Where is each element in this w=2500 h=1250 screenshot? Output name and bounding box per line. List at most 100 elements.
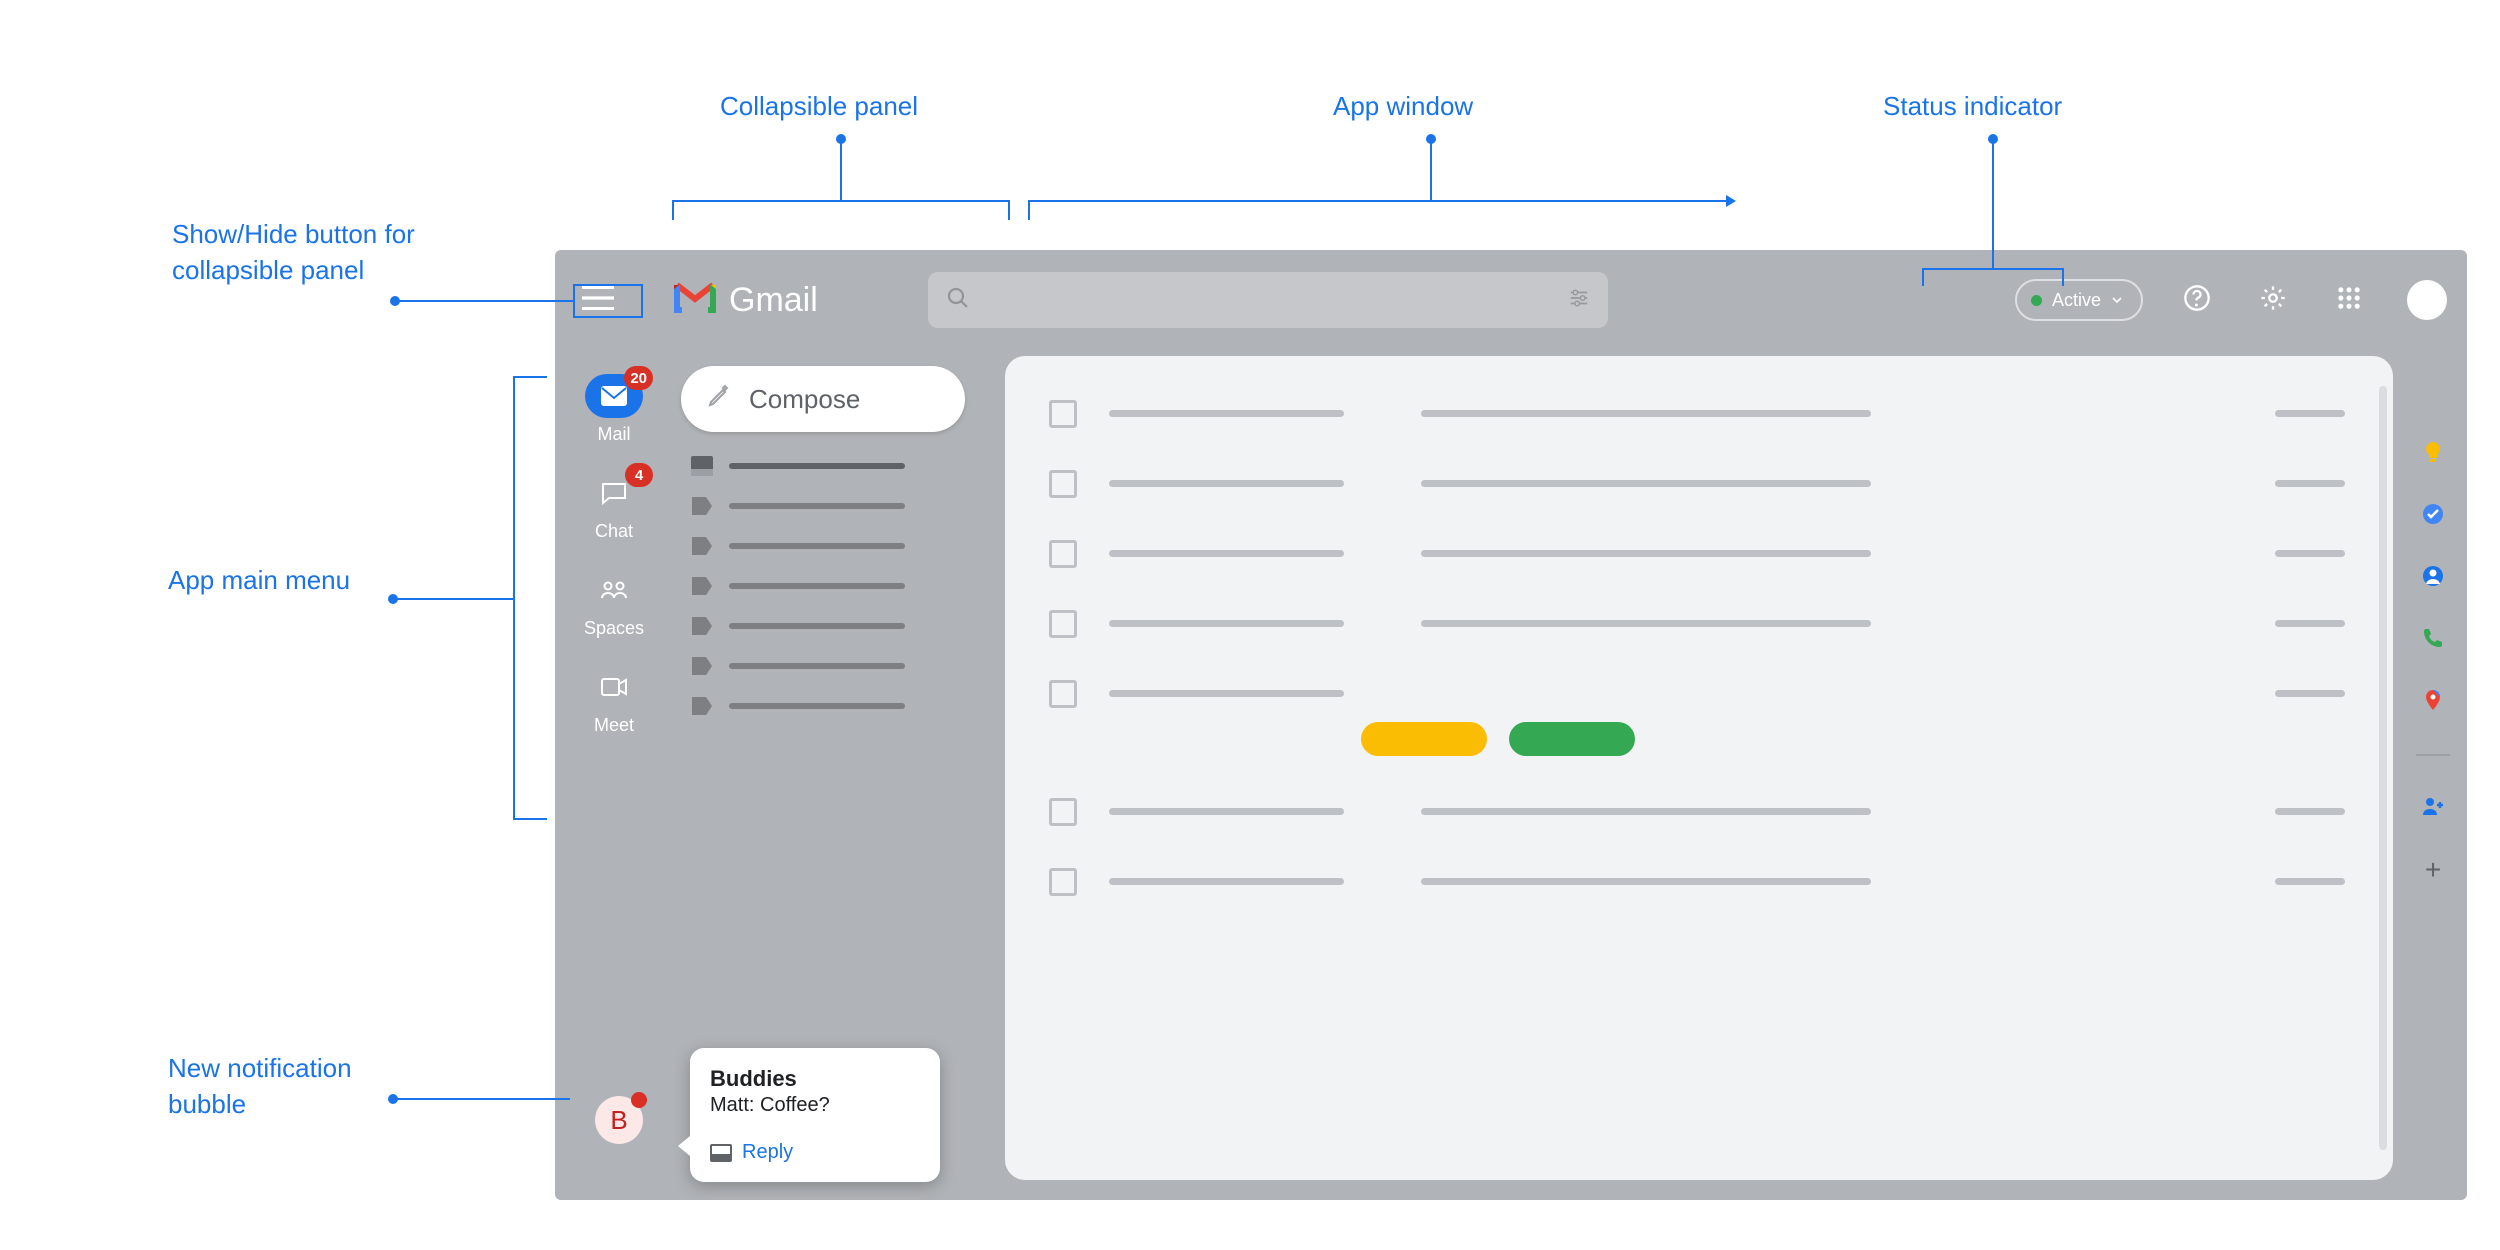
compose-button[interactable]: Compose bbox=[681, 366, 965, 432]
notification-bubble[interactable]: Buddies Matt: Coffee? Reply bbox=[690, 1048, 940, 1182]
date-placeholder bbox=[2275, 480, 2345, 487]
apps-launcher-button[interactable] bbox=[2327, 278, 2371, 322]
app-main-menu: 20 Mail 4 Chat Spaces bbox=[555, 350, 673, 1200]
gmail-logo-area[interactable]: Gmail bbox=[673, 281, 818, 320]
message-row[interactable] bbox=[1049, 868, 2345, 896]
tasks-icon bbox=[2421, 502, 2445, 531]
date-placeholder bbox=[2275, 808, 2345, 815]
plus-icon: + bbox=[2425, 854, 2441, 885]
label-chip-yellow[interactable] bbox=[1361, 722, 1487, 756]
date-placeholder bbox=[2275, 550, 2345, 557]
message-row[interactable] bbox=[1049, 798, 2345, 826]
label-icon bbox=[691, 576, 713, 596]
sender-placeholder bbox=[1109, 620, 1344, 627]
divider bbox=[2416, 754, 2450, 756]
folder-item[interactable] bbox=[691, 576, 989, 596]
folder-placeholder bbox=[729, 583, 905, 589]
sender-placeholder bbox=[1109, 550, 1344, 557]
help-icon bbox=[2183, 284, 2211, 317]
apps-grid-icon bbox=[2335, 284, 2363, 317]
folder-item[interactable] bbox=[691, 696, 989, 716]
checkbox[interactable] bbox=[1049, 610, 1077, 638]
search-bar[interactable] bbox=[928, 272, 1608, 328]
status-indicator[interactable]: Active bbox=[2015, 279, 2143, 321]
annotation-appwindow: App window bbox=[1333, 88, 1473, 124]
contacts-app-button[interactable] bbox=[2417, 562, 2449, 594]
folder-placeholder bbox=[729, 463, 905, 469]
notification-dot-icon bbox=[631, 1092, 647, 1108]
message-row[interactable] bbox=[1049, 540, 2345, 568]
folder-placeholder bbox=[729, 543, 905, 549]
date-placeholder bbox=[2275, 410, 2345, 417]
label-chip-green[interactable] bbox=[1509, 722, 1635, 756]
sender-placeholder bbox=[1109, 690, 1344, 697]
calendar-app-button[interactable]: 31 bbox=[2417, 376, 2449, 408]
checkbox[interactable] bbox=[1049, 400, 1077, 428]
reply-box-icon bbox=[710, 1144, 732, 1162]
chat-badge: 4 bbox=[625, 463, 653, 487]
sender-placeholder bbox=[1109, 808, 1344, 815]
help-button[interactable] bbox=[2175, 278, 2219, 322]
checkbox[interactable] bbox=[1049, 680, 1077, 708]
annotation-showhide: Show/Hide button for collapsible panel bbox=[172, 216, 442, 289]
checkbox[interactable] bbox=[1049, 798, 1077, 826]
folder-inbox[interactable] bbox=[691, 456, 989, 476]
annotation-collapsible: Collapsible panel bbox=[720, 88, 918, 124]
annotation-mainmenu: App main menu bbox=[168, 562, 368, 598]
compose-label: Compose bbox=[749, 384, 860, 415]
status-label: Active bbox=[2052, 290, 2101, 311]
folder-item[interactable] bbox=[691, 536, 989, 556]
message-row[interactable] bbox=[1049, 610, 2345, 638]
reply-button[interactable]: Reply bbox=[710, 1141, 920, 1164]
folder-placeholder bbox=[729, 623, 905, 629]
settings-button[interactable] bbox=[2251, 278, 2295, 322]
search-input[interactable] bbox=[984, 289, 1554, 312]
chat-icon: 4 bbox=[585, 471, 643, 515]
account-avatar[interactable] bbox=[2407, 280, 2447, 320]
label-icon bbox=[691, 496, 713, 516]
add-person-button[interactable] bbox=[2417, 792, 2449, 824]
rail-label-mail: Mail bbox=[597, 424, 630, 445]
notification-message: Matt: Coffee? bbox=[710, 1094, 920, 1117]
side-panel-apps: 31 + bbox=[2399, 350, 2467, 1200]
folder-item[interactable] bbox=[691, 496, 989, 516]
checkbox[interactable] bbox=[1049, 540, 1077, 568]
get-addons-button[interactable]: + bbox=[2425, 854, 2441, 886]
search-options-icon[interactable] bbox=[1568, 287, 1590, 314]
top-bar: Gmail Active bbox=[555, 250, 2467, 350]
rail-item-mail[interactable]: 20 Mail bbox=[574, 364, 654, 455]
rail-item-meet[interactable]: Meet bbox=[574, 655, 654, 746]
maps-app-button[interactable] bbox=[2417, 686, 2449, 718]
voice-app-button[interactable] bbox=[2417, 624, 2449, 656]
folder-item[interactable] bbox=[691, 616, 989, 636]
folder-item[interactable] bbox=[691, 656, 989, 676]
keep-app-button[interactable] bbox=[2417, 438, 2449, 470]
folder-placeholder bbox=[729, 703, 905, 709]
message-row[interactable] bbox=[1049, 680, 2345, 756]
rail-item-chat[interactable]: 4 Chat bbox=[574, 461, 654, 552]
subject-placeholder bbox=[1421, 808, 1871, 815]
avatar-letter: B bbox=[610, 1105, 627, 1136]
folder-placeholder bbox=[729, 503, 905, 509]
keep-icon bbox=[2421, 440, 2445, 469]
checkbox[interactable] bbox=[1049, 868, 1077, 896]
rail-label-chat: Chat bbox=[595, 521, 633, 542]
scrollbar[interactable] bbox=[2379, 386, 2387, 1150]
mail-badge: 20 bbox=[624, 366, 653, 390]
label-icon bbox=[691, 536, 713, 556]
notification-title: Buddies bbox=[710, 1066, 920, 1092]
annotation-statusind: Status indicator bbox=[1883, 88, 2062, 124]
message-row[interactable] bbox=[1049, 400, 2345, 428]
chat-notification-avatar[interactable]: B bbox=[595, 1096, 643, 1144]
checkbox[interactable] bbox=[1049, 470, 1077, 498]
maps-icon bbox=[2421, 688, 2445, 717]
label-icon bbox=[691, 656, 713, 676]
gear-icon bbox=[2259, 284, 2287, 317]
message-row[interactable] bbox=[1049, 470, 2345, 498]
tasks-app-button[interactable] bbox=[2417, 500, 2449, 532]
sender-placeholder bbox=[1109, 480, 1344, 487]
label-icon bbox=[691, 696, 713, 716]
rail-item-spaces[interactable]: Spaces bbox=[574, 558, 654, 649]
app-name-label: Gmail bbox=[729, 281, 818, 320]
mail-icon: 20 bbox=[585, 374, 643, 418]
